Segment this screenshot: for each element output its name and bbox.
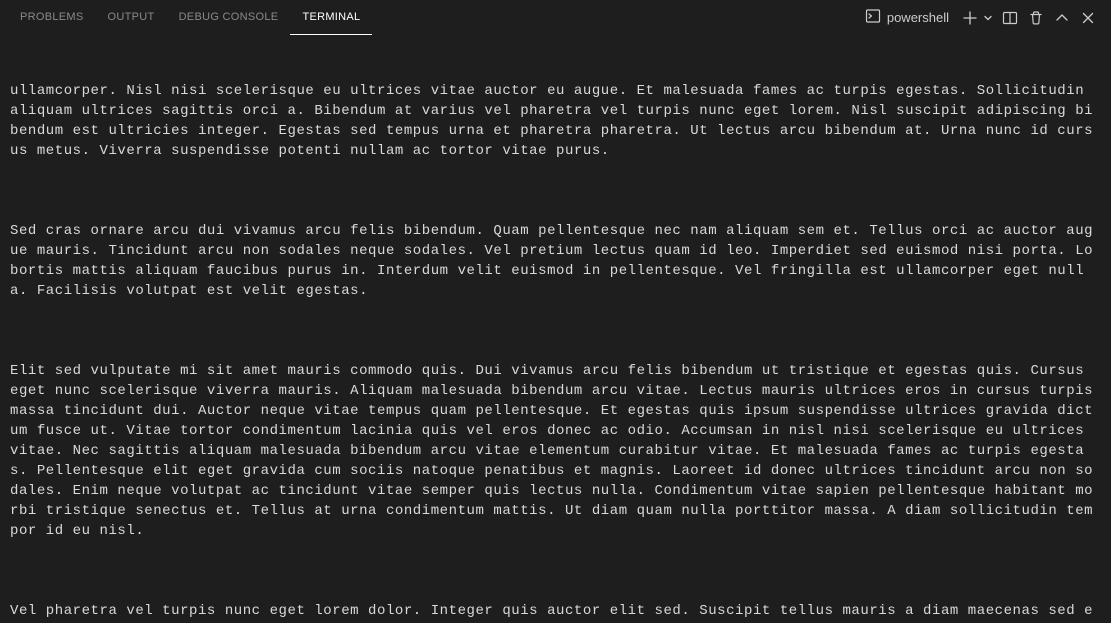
tab-problems[interactable]: PROBLEMS — [8, 0, 96, 35]
new-terminal-group — [959, 7, 995, 29]
split-terminal-button[interactable] — [999, 7, 1021, 29]
new-terminal-button[interactable] — [959, 7, 981, 29]
terminal-paragraph: ullamcorper. Nisl nisi scelerisque eu ul… — [10, 81, 1101, 161]
tab-debug-console[interactable]: DEBUG CONSOLE — [167, 0, 291, 35]
terminal-output[interactable]: ullamcorper. Nisl nisi scelerisque eu ul… — [0, 35, 1111, 623]
panel-actions: powershell — [859, 7, 1103, 29]
maximize-panel-button[interactable] — [1051, 7, 1073, 29]
terminal-paragraph: Elit sed vulputate mi sit amet mauris co… — [10, 361, 1101, 541]
terminal-shell-icon — [865, 8, 881, 27]
panel-tabs: PROBLEMS OUTPUT DEBUG CONSOLE TERMINAL — [8, 0, 372, 35]
kill-terminal-button[interactable] — [1025, 7, 1047, 29]
new-terminal-dropdown[interactable] — [981, 7, 995, 29]
terminal-paragraph: Sed cras ornare arcu dui vivamus arcu fe… — [10, 221, 1101, 301]
shell-name: powershell — [887, 10, 949, 25]
close-panel-button[interactable] — [1077, 7, 1099, 29]
tab-output[interactable]: OUTPUT — [96, 0, 167, 35]
tab-terminal[interactable]: TERMINAL — [290, 0, 372, 35]
terminal-paragraph: Vel pharetra vel turpis nunc eget lorem … — [10, 601, 1101, 623]
shell-selector[interactable]: powershell — [859, 8, 955, 27]
panel-header: PROBLEMS OUTPUT DEBUG CONSOLE TERMINAL p… — [0, 0, 1111, 35]
